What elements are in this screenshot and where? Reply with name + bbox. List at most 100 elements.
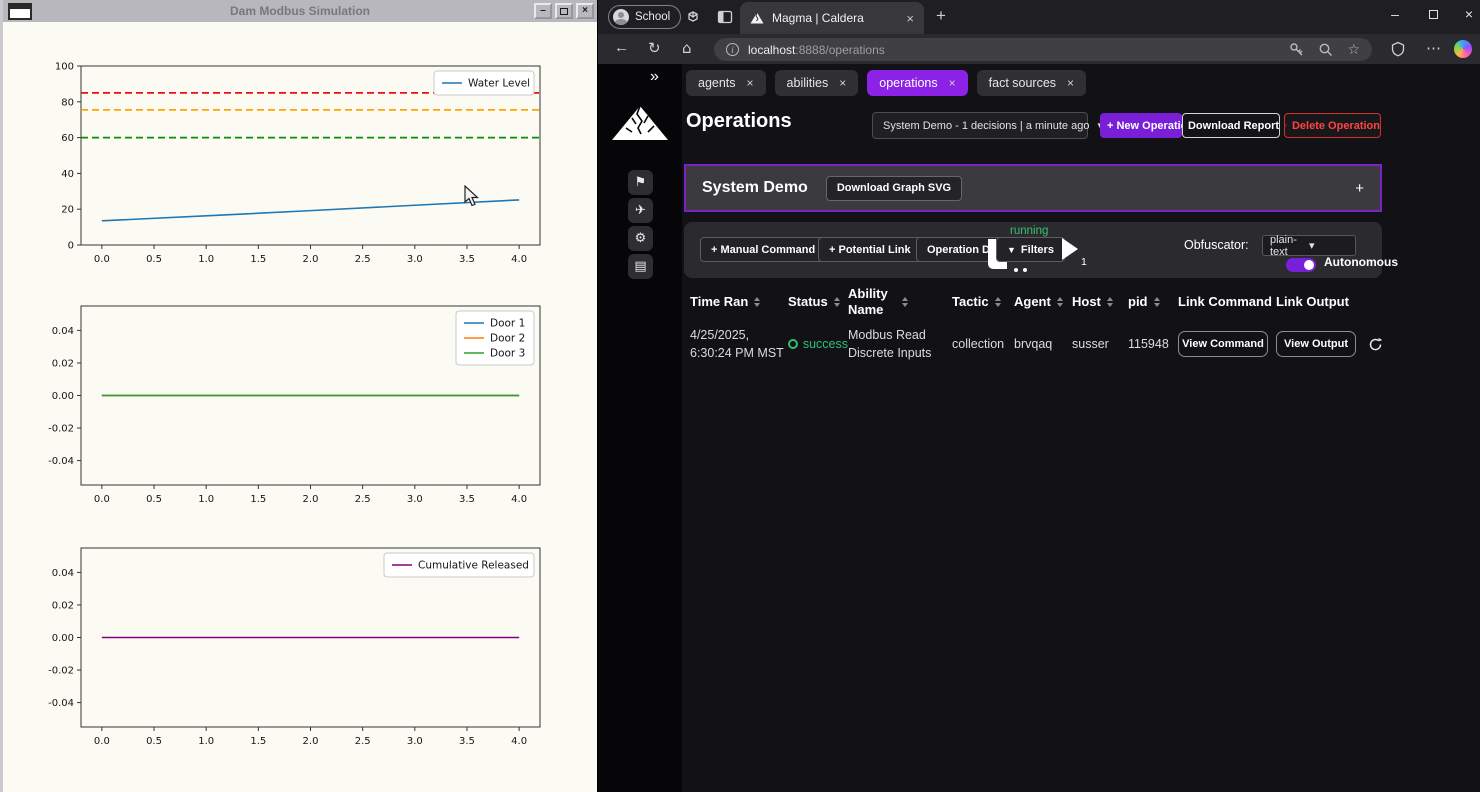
download-graph-svg-button[interactable]: Download Graph SVG	[825, 175, 963, 201]
settings-ellipsis-icon[interactable]: ⋯	[1426, 39, 1443, 57]
browser-tab[interactable]: Magma | Caldera ×	[740, 2, 924, 34]
minimize-button[interactable]: –	[534, 3, 552, 19]
svg-text:3.0: 3.0	[407, 254, 423, 265]
expand-panel-icon[interactable]: +	[1355, 180, 1364, 197]
svg-text:0.04: 0.04	[52, 568, 74, 579]
caldera-content: agents × abilities × operations × fact s…	[682, 64, 1480, 792]
tab-actions-icon[interactable]	[716, 8, 734, 26]
svg-text:1.5: 1.5	[250, 254, 266, 265]
autonomous-toggle[interactable]	[1286, 258, 1316, 272]
svg-text:1.0: 1.0	[198, 494, 214, 505]
close-icon[interactable]: ×	[839, 76, 846, 90]
new-operation-button[interactable]: + New Operation	[1100, 113, 1182, 138]
url-path: :8888/operations	[795, 42, 885, 57]
sort-icon[interactable]	[1056, 297, 1063, 308]
new-tab-button[interactable]: +	[936, 6, 946, 26]
svg-text:Water Level: Water Level	[468, 78, 530, 90]
window-titlebar[interactable]: Dam Modbus Simulation – ×	[3, 0, 597, 22]
close-icon[interactable]: ×	[747, 76, 754, 90]
back-icon[interactable]: ←	[614, 39, 629, 56]
svg-text:0.02: 0.02	[52, 600, 74, 611]
search-zoom-icon[interactable]	[1318, 42, 1334, 58]
svg-text:Door 3: Door 3	[490, 348, 525, 360]
docs-server-icon[interactable]: ▤	[628, 254, 653, 279]
svg-text:-0.04: -0.04	[48, 456, 74, 467]
run-count: 1	[1081, 256, 1087, 268]
col-status[interactable]: Status	[788, 294, 848, 310]
browser-close-button[interactable]: ×	[1456, 6, 1480, 22]
home-icon[interactable]: ⌂	[682, 39, 692, 57]
configuration-gear-icon[interactable]: ⚙	[628, 226, 653, 251]
refresh-icon[interactable]: ↻	[648, 39, 661, 57]
svg-text:1.5: 1.5	[250, 494, 266, 505]
browser-essentials-icon[interactable]	[1390, 41, 1406, 57]
view-output-button[interactable]: View Output	[1276, 331, 1356, 357]
copilot-icon[interactable]	[1454, 40, 1472, 58]
sort-icon[interactable]	[902, 297, 908, 308]
col-link-output: Link Output	[1276, 294, 1349, 310]
dots-artifact	[1014, 268, 1027, 272]
svg-text:1.0: 1.0	[198, 736, 214, 747]
favorites-star-icon[interactable]: ☆	[1347, 42, 1360, 58]
tab-close-icon[interactable]: ×	[906, 11, 914, 26]
plugins-plane-icon[interactable]: ✈	[628, 198, 653, 223]
svg-text:0.5: 0.5	[146, 736, 162, 747]
col-host[interactable]: Host	[1072, 294, 1128, 310]
tactic-cell: collection	[952, 337, 1005, 351]
svg-text:2.5: 2.5	[355, 736, 371, 747]
download-report-button[interactable]: Download Report	[1182, 113, 1280, 138]
sort-icon[interactable]	[833, 297, 840, 308]
close-icon[interactable]: ×	[949, 76, 956, 90]
ability-name-cell: Modbus Read Discrete Inputs	[848, 327, 932, 360]
run-play-icon[interactable]	[1062, 238, 1078, 260]
col-time-ran[interactable]: Time Ran	[690, 294, 788, 310]
browser-tabstrip: School Magma | Caldera × + – ×	[598, 0, 1480, 34]
close-button[interactable]: ×	[576, 3, 594, 19]
svg-text:2.0: 2.0	[303, 736, 319, 747]
sort-icon[interactable]	[1153, 297, 1160, 308]
filters-button[interactable]: ▼ Filters	[996, 237, 1065, 262]
manual-command-button[interactable]: + Manual Command	[700, 237, 827, 262]
profile-button[interactable]: School	[608, 5, 682, 29]
view-command-button[interactable]: View Command	[1178, 331, 1268, 357]
expand-sidebar-icon[interactable]: »	[650, 68, 659, 86]
operation-dropdown[interactable]: System Demo - 1 decisions | a minute ago…	[872, 112, 1103, 139]
col-pid[interactable]: pid	[1128, 294, 1178, 310]
sort-icon[interactable]	[1106, 297, 1113, 308]
url-text[interactable]: localhost:8888/operations	[748, 43, 1289, 57]
time-ran-cell: 4/25/2025, 6:30:24 PM MST	[690, 327, 784, 360]
tab-agents[interactable]: agents ×	[686, 70, 766, 96]
avatar	[613, 9, 629, 25]
svg-text:2.0: 2.0	[303, 494, 319, 505]
campaigns-flag-icon[interactable]: ⚑	[628, 170, 653, 195]
obfuscator-select[interactable]: plain-text ▾	[1262, 234, 1356, 258]
caldera-logo[interactable]	[610, 104, 670, 142]
trash-icon	[1285, 124, 1287, 127]
browser-minimize-button[interactable]: –	[1382, 6, 1408, 22]
col-tactic[interactable]: Tactic	[952, 294, 1014, 310]
site-info-icon[interactable]: i	[726, 43, 739, 56]
caldera-sidebar: » ⚑ ✈ ⚙ ▤	[598, 64, 682, 792]
browser-maximize-button[interactable]	[1420, 6, 1446, 22]
potential-link-button[interactable]: + Potential Link	[818, 237, 922, 262]
address-bar[interactable]: i localhost:8888/operations ☆	[714, 38, 1372, 61]
workspaces-icon[interactable]	[684, 8, 702, 26]
tab-operations[interactable]: operations ×	[867, 70, 968, 96]
col-ability-name[interactable]: Ability Name	[848, 286, 952, 319]
svg-text:40: 40	[61, 169, 74, 180]
password-key-icon[interactable]	[1289, 42, 1305, 58]
doors-chart: 0.0 0.5 1.0 1.5 2.0 2.5 3.0 3.5 4.0 -0.04 -0.02 0.0…	[48, 305, 541, 505]
close-icon[interactable]: ×	[1067, 76, 1074, 90]
col-agent[interactable]: Agent	[1014, 294, 1072, 310]
refresh-link-icon[interactable]	[1368, 337, 1383, 352]
delete-operation-button[interactable]: Delete Operation	[1284, 113, 1381, 138]
tab-fact-sources[interactable]: fact sources ×	[976, 70, 1087, 96]
svg-text:Door 2: Door 2	[490, 333, 525, 345]
links-table-header: Time Ran Status Ability Name Tactic Agen…	[684, 286, 1382, 319]
svg-text:0.0: 0.0	[94, 494, 110, 505]
sort-icon[interactable]	[754, 297, 761, 308]
caldera-page: » ⚑ ✈ ⚙ ▤ agents × abilities × operation…	[598, 64, 1480, 792]
tab-abilities[interactable]: abilities ×	[774, 70, 859, 96]
maximize-button[interactable]	[555, 3, 573, 19]
sort-icon[interactable]	[994, 297, 1001, 308]
